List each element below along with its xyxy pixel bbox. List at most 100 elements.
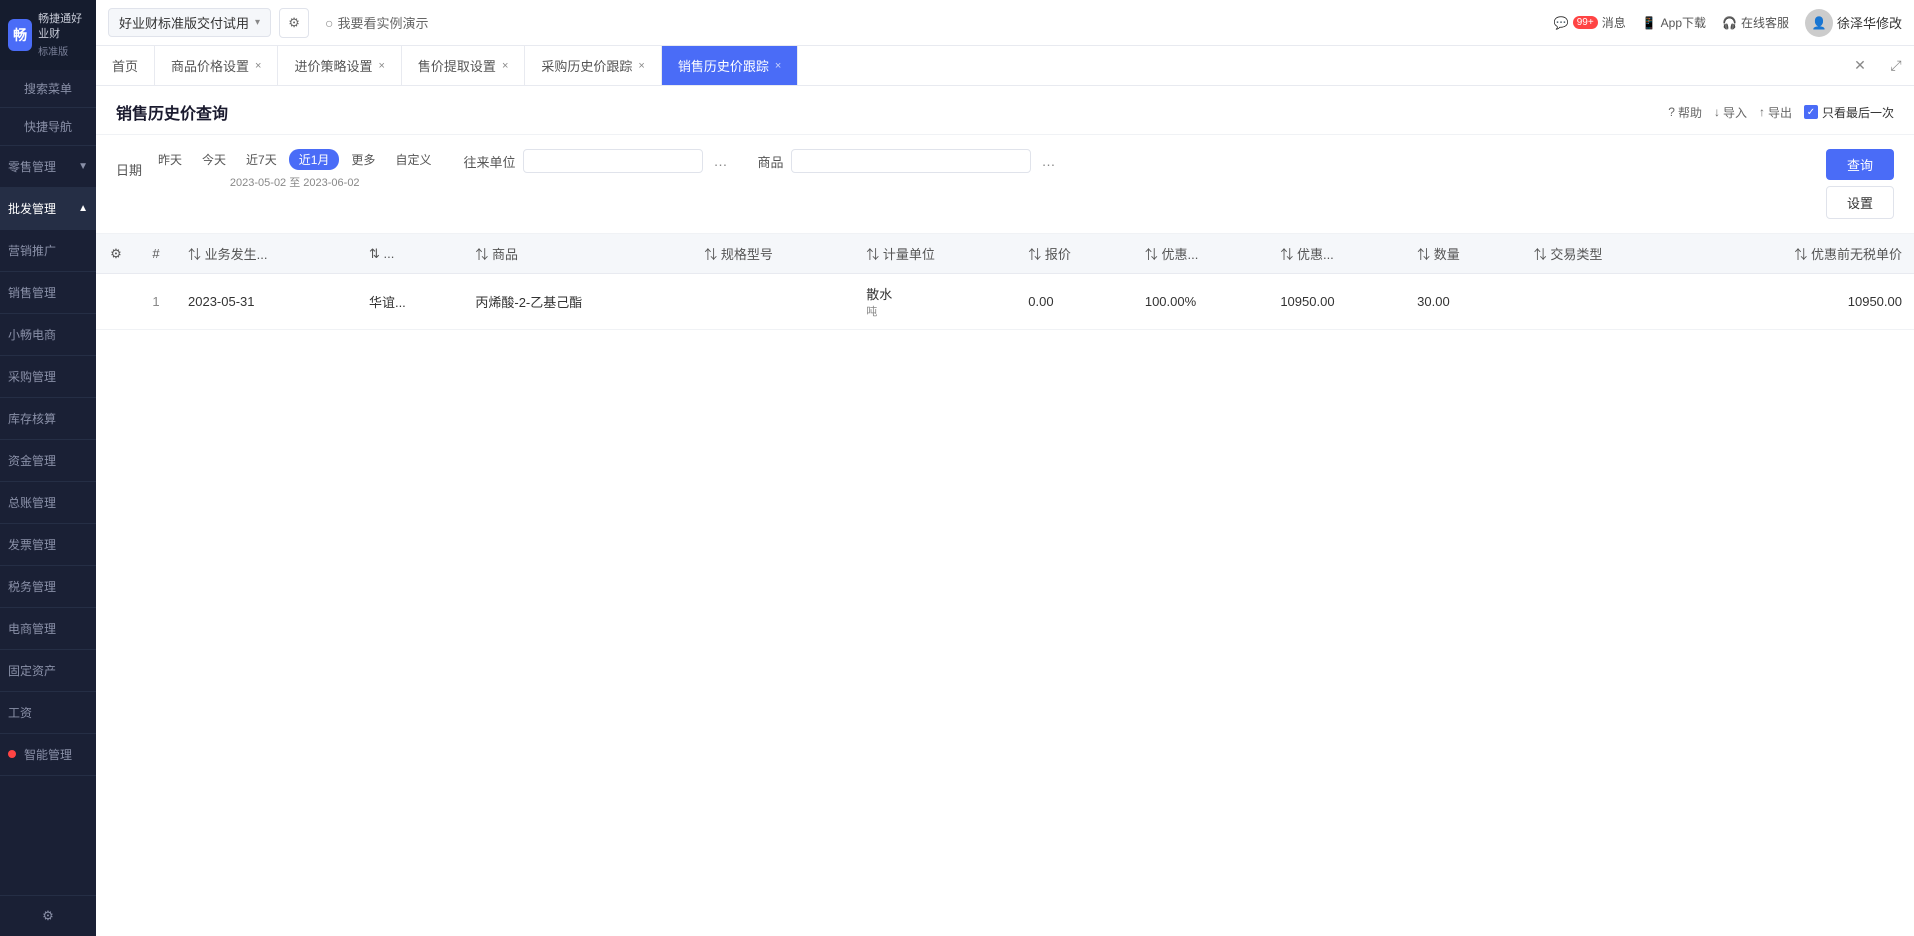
help-link[interactable]: ? 帮助 xyxy=(1668,104,1702,121)
date-last7-btn[interactable]: 近7天 xyxy=(238,149,285,170)
close-icon[interactable]: × xyxy=(638,60,644,72)
col-discount-pct[interactable]: ⇅ 优惠... xyxy=(1133,234,1268,274)
sidebar-item-accounting[interactable]: 总账管理 xyxy=(0,482,96,524)
col-product[interactable]: ⇅ 商品 xyxy=(463,234,692,274)
sidebar-quicknav[interactable]: 快捷导航 xyxy=(0,108,96,146)
online-service-button[interactable]: 🎧 在线客服 xyxy=(1722,14,1789,31)
settings-button[interactable]: ⚙ xyxy=(0,895,96,936)
table-header-row: ⚙ # ⇅ 业务发生... ⇅ ... ⇅ 商品 ⇅ 规 xyxy=(96,234,1914,274)
col-spec[interactable]: ⇅ 规格型号 xyxy=(692,234,854,274)
message-badge: 99+ xyxy=(1573,16,1598,29)
tab-purchase-history[interactable]: 采购历史价跟踪 × xyxy=(525,46,661,86)
sidebar-item-wholesale[interactable]: 批发管理 ▲ xyxy=(0,188,96,230)
import-icon: ↓ xyxy=(1714,105,1720,119)
sort-icon: ⇅ xyxy=(1280,247,1293,262)
sidebar-item-marketing[interactable]: 营销推广 xyxy=(0,230,96,272)
sort-icon: ⇅ xyxy=(369,246,380,261)
import-link[interactable]: ↓ 导入 xyxy=(1714,104,1747,121)
sidebar-item-salary[interactable]: 工资 xyxy=(0,692,96,734)
sidebar-search[interactable]: 搜索菜单 xyxy=(0,70,96,108)
col-qty[interactable]: ⇅ 数量 xyxy=(1405,234,1522,274)
product-input[interactable] xyxy=(791,149,1031,173)
tab-home[interactable]: 首页 xyxy=(96,46,155,86)
sidebar-item-tax[interactable]: 税务管理 xyxy=(0,566,96,608)
source-unit-picker-btn[interactable]: … xyxy=(707,151,733,171)
tab-price-strategy[interactable]: 进价策略设置 × xyxy=(278,46,401,86)
sidebar-item-purchase[interactable]: 采购管理 xyxy=(0,356,96,398)
filter-actions: 查询 设置 xyxy=(1826,149,1894,219)
table-row[interactable]: 1 2023-05-31 华谊... 丙烯酸-2-乙基己酯 散水吨 0.00 1… xyxy=(96,274,1914,330)
close-icon[interactable]: × xyxy=(378,60,384,72)
sidebar-item-retail[interactable]: 零售管理 ▼ xyxy=(0,146,96,188)
col-unit[interactable]: ⇅ 计量单位 xyxy=(854,234,1016,274)
col-dots[interactable]: ⇅ ... xyxy=(357,234,463,274)
topbar-gear-button[interactable]: ⚙ xyxy=(279,8,309,38)
sidebar-item-ecommerce[interactable]: 电商管理 xyxy=(0,608,96,650)
sidebar-item-ecommerce-small[interactable]: 小畅电商 xyxy=(0,314,96,356)
date-yesterday-btn[interactable]: 昨天 xyxy=(150,149,190,170)
sidebar-item-invoice[interactable]: 发票管理 xyxy=(0,524,96,566)
sort-icon: ⇅ xyxy=(1145,247,1158,262)
date-custom-btn[interactable]: 自定义 xyxy=(387,149,439,170)
sidebar-item-inventory[interactable]: 库存核算 xyxy=(0,398,96,440)
online-service-label: 在线客服 xyxy=(1741,14,1789,31)
close-icon[interactable]: × xyxy=(502,60,508,72)
col-biz-date[interactable]: ⇅ 业务发生... xyxy=(176,234,357,274)
sort-icon: ⇅ xyxy=(188,247,201,262)
sort-icon: ⇅ xyxy=(1417,247,1430,262)
col-gear[interactable]: ⚙ xyxy=(96,234,136,274)
last-only-checkbox[interactable]: ✓ 只看最后一次 xyxy=(1804,104,1894,121)
col-discount-amt[interactable]: ⇅ 优惠... xyxy=(1268,234,1405,274)
tab-label: 售价提取设置 xyxy=(418,56,496,75)
message-button[interactable]: 💬 99+ 消息 xyxy=(1554,14,1626,31)
close-window-button[interactable]: ✕ xyxy=(1842,46,1878,86)
cell-num: 1 xyxy=(136,274,176,330)
cell-trade-type xyxy=(1522,274,1684,330)
sidebar-item-label: 智能管理 xyxy=(24,746,72,763)
product-picker-btn[interactable]: … xyxy=(1035,151,1061,171)
cell-qty: 30.00 xyxy=(1405,274,1522,330)
date-today-btn[interactable]: 今天 xyxy=(194,149,234,170)
tab-sales-history[interactable]: 销售历史价跟踪 × xyxy=(662,46,798,86)
app-download-button[interactable]: 📱 App下载 xyxy=(1642,14,1706,31)
gear-icon: ⚙ xyxy=(42,908,54,923)
col-price[interactable]: ⇅ 报价 xyxy=(1016,234,1133,274)
date-last1m-btn[interactable]: 近1月 xyxy=(289,149,340,170)
avatar: 👤 xyxy=(1805,9,1833,37)
page-title: 销售历史价查询 xyxy=(116,100,228,124)
sidebar-item-label: 批发管理 xyxy=(8,200,56,217)
maximize-window-button[interactable]: ⤢ xyxy=(1878,46,1914,86)
col-pretax-price[interactable]: ⇅ 优惠前无税单价 xyxy=(1684,234,1914,274)
user-name: 徐泽华修改 xyxy=(1837,13,1902,32)
col-num[interactable]: # xyxy=(136,234,176,274)
source-unit-input-group: … xyxy=(523,149,733,173)
tabbar: 首页 商品价格设置 × 进价策略设置 × 售价提取设置 × 采购历史价跟踪 × … xyxy=(96,46,1914,86)
version-selector[interactable]: 好业财标准版交付试用 ▾ xyxy=(108,8,271,37)
date-more-btn[interactable]: 更多 xyxy=(343,149,383,170)
close-icon[interactable]: × xyxy=(255,60,261,72)
query-button[interactable]: 查询 xyxy=(1826,149,1894,180)
cell-pretax-price: 10950.00 xyxy=(1684,274,1914,330)
chevron-down-icon: ▾ xyxy=(255,17,260,28)
col-trade-type[interactable]: ⇅ 交易类型 xyxy=(1522,234,1684,274)
tab-product-price[interactable]: 商品价格设置 × xyxy=(155,46,278,86)
sidebar-item-fixed-assets[interactable]: 固定资产 xyxy=(0,650,96,692)
user-menu[interactable]: 👤 徐泽华修改 xyxy=(1805,9,1902,37)
tab-label: 进价策略设置 xyxy=(294,56,372,75)
close-icon[interactable]: × xyxy=(775,60,781,72)
settings-button[interactable]: 设置 xyxy=(1826,186,1894,219)
last-only-label: 只看最后一次 xyxy=(1822,104,1894,121)
page-content: 销售历史价查询 ? 帮助 ↓ 导入 ↑ 导出 ✓ 只看最后一次 xyxy=(96,86,1914,936)
export-icon: ↑ xyxy=(1759,105,1765,119)
sidebar-item-label: 发票管理 xyxy=(8,536,56,553)
export-link[interactable]: ↑ 导出 xyxy=(1759,104,1792,121)
source-unit-input[interactable] xyxy=(523,149,703,173)
tab-price-extract[interactable]: 售价提取设置 × xyxy=(402,46,525,86)
page-header: 销售历史价查询 ? 帮助 ↓ 导入 ↑ 导出 ✓ 只看最后一次 xyxy=(96,86,1914,135)
cell-unit: 散水吨 xyxy=(854,274,1016,330)
sidebar-item-label: 销售管理 xyxy=(8,284,56,301)
sidebar-item-smart[interactable]: 智能管理 xyxy=(0,734,96,776)
demo-button[interactable]: 我要看实例演示 xyxy=(317,9,436,36)
sidebar-item-sales[interactable]: 销售管理 xyxy=(0,272,96,314)
sidebar-item-finance[interactable]: 资金管理 xyxy=(0,440,96,482)
